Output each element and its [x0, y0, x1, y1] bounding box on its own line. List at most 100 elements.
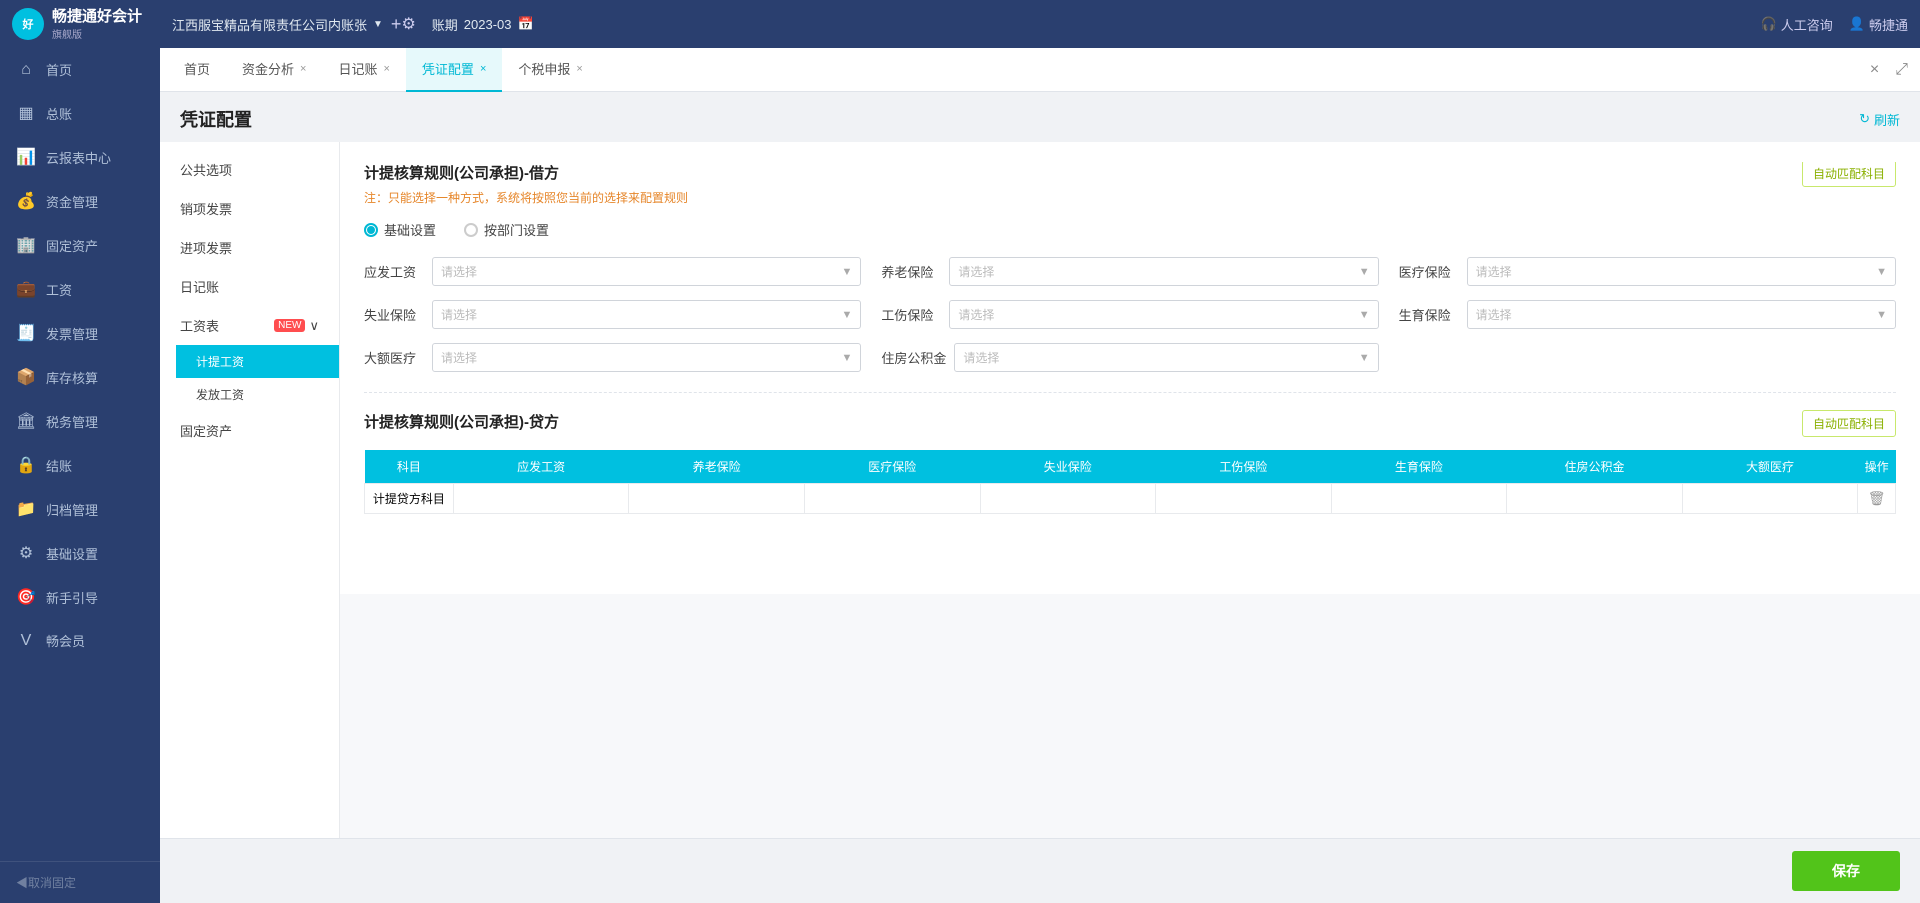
left-nav-salary-table[interactable]: 工资表 NEW ∨	[160, 306, 339, 345]
input-basic-salary[interactable]	[460, 492, 623, 506]
period-label: 账期	[432, 15, 458, 34]
debit-section-note: 注：只能选择一种方式，系统将按照您当前的选择来配置规则	[364, 189, 1896, 206]
tabbar-controls: × ⤢	[1866, 57, 1912, 83]
cell-pension[interactable]	[629, 484, 805, 514]
right-panel: 自动匹配科目 计提核算规则(公司承担)-借方 注：只能选择一种方式，系统将按照您…	[340, 142, 1920, 594]
sidebar-item-home[interactable]: ⌂ 首页	[0, 48, 160, 91]
left-nav-sales[interactable]: 销项发票	[160, 189, 339, 228]
company-arrow-icon: ▼	[373, 19, 383, 30]
input-unemployment[interactable]	[987, 492, 1150, 506]
topbar-actions: 🎧 人工咨询 👤 畅捷通	[1761, 15, 1908, 34]
radio-basic-label: 基础设置	[384, 220, 436, 239]
sidebar-item-guide[interactable]: 🎯 新手引导	[0, 575, 160, 619]
sidebar-item-tax[interactable]: 🏛 税务管理	[0, 399, 160, 443]
select-large-medical-value: 请选择	[441, 349, 477, 366]
field-basic-salary: 应发工资 请选择 ▼	[364, 257, 861, 286]
label-unemployment: 失业保险	[364, 305, 424, 324]
select-unemployment[interactable]: 请选择 ▼	[432, 300, 861, 329]
cell-basic-salary[interactable]	[453, 484, 629, 514]
sidebar-item-close[interactable]: 🔒 结账	[0, 443, 160, 487]
input-pension[interactable]	[635, 492, 798, 506]
add-tab-button[interactable]: +	[391, 14, 402, 35]
sidebar-label-guide: 新手引导	[46, 588, 98, 607]
sidebar-item-reports[interactable]: 📊 云报表中心	[0, 135, 160, 179]
cell-medical[interactable]	[804, 484, 980, 514]
sidebar-label-assets: 固定资产	[46, 236, 98, 255]
reports-icon: 📊	[16, 147, 36, 167]
col-large-medical: 大额医疗	[1682, 450, 1858, 484]
save-button[interactable]: 保存	[1792, 851, 1900, 891]
close-all-button[interactable]: ×	[1866, 57, 1883, 83]
expand-button[interactable]: ⤢	[1891, 57, 1912, 83]
main-layout: ⌂ 首页 ▦ 总账 📊 云报表中心 💰 资金管理 🏢 固定资产 💼 工资 🧾 发…	[0, 48, 1920, 903]
sidebar-label-invoice: 发票管理	[46, 324, 98, 343]
sidebar-item-vip[interactable]: V 畅会员	[0, 619, 160, 662]
input-large-medical[interactable]	[1689, 492, 1852, 506]
left-nav-purchase[interactable]: 进项发票	[160, 228, 339, 267]
period-selector[interactable]: 账期 2023-03 📅	[432, 15, 534, 34]
select-maternity[interactable]: 请选择 ▼	[1467, 300, 1896, 329]
app-name: 畅捷通好会计	[52, 8, 142, 26]
radio-basic[interactable]: 基础设置	[364, 220, 436, 239]
left-nav-calc-salary[interactable]: 计提工资	[176, 345, 339, 378]
credit-section-title: 计提核算规则(公司承担)-贷方	[364, 411, 559, 432]
tab-voucher-close[interactable]: ×	[480, 63, 486, 75]
delete-row-icon[interactable]: 🗑	[1868, 490, 1886, 506]
sidebar-item-settings[interactable]: ⚙ 基础设置	[0, 531, 160, 575]
left-nav-pay-salary[interactable]: 发放工资	[176, 378, 339, 411]
select-housing[interactable]: 请选择 ▼	[954, 343, 1378, 372]
page-header: 凭证配置 ↻ 刷新	[160, 92, 1920, 142]
assets-icon: 🏢	[16, 235, 36, 255]
sidebar-item-archive[interactable]: 📁 归档管理	[0, 487, 160, 531]
cell-maternity[interactable]	[1331, 484, 1507, 514]
tab-journal-close[interactable]: ×	[383, 63, 389, 75]
tab-fund[interactable]: 资金分析 ×	[226, 48, 322, 92]
cell-delete[interactable]: 🗑	[1858, 484, 1896, 514]
cell-large-medical[interactable]	[1682, 484, 1858, 514]
sidebar-item-salary[interactable]: 💼 工资	[0, 267, 160, 311]
radio-dept[interactable]: 按部门设置	[464, 220, 549, 239]
consult-button[interactable]: 🎧 人工咨询	[1761, 15, 1833, 34]
auto-match-debit-button[interactable]: 自动匹配科目	[1802, 162, 1896, 187]
tab-journal[interactable]: 日记账 ×	[322, 48, 405, 92]
left-nav-journal[interactable]: 日记账	[160, 267, 339, 306]
left-nav-sub-salary: 计提工资 发放工资	[160, 345, 339, 411]
label-maternity: 生育保险	[1399, 305, 1459, 324]
auto-match-credit-button[interactable]: 自动匹配科目	[1802, 410, 1896, 437]
sidebar-item-assets[interactable]: 🏢 固定资产	[0, 223, 160, 267]
company-selector[interactable]: 江西服宝精品有限责任公司内账张 ▼	[172, 15, 383, 34]
sidebar-label-inventory: 库存核算	[46, 368, 98, 387]
select-pension[interactable]: 请选择 ▼	[949, 257, 1378, 286]
tab-fund-close[interactable]: ×	[300, 63, 306, 75]
field-unemployment: 失业保险 请选择 ▼	[364, 300, 861, 329]
input-maternity[interactable]	[1338, 492, 1501, 506]
user-button[interactable]: 👤 畅捷通	[1849, 15, 1908, 34]
sidebar-item-ledger[interactable]: ▦ 总账	[0, 91, 160, 135]
sidebar-item-invoice[interactable]: 🧾 发票管理	[0, 311, 160, 355]
cell-unemployment[interactable]	[980, 484, 1156, 514]
cell-injury[interactable]	[1156, 484, 1332, 514]
guide-icon: 🎯	[16, 587, 36, 607]
tab-voucher[interactable]: 凭证配置 ×	[406, 48, 502, 92]
cancel-fixed-button[interactable]: ◀取消固定	[0, 861, 160, 903]
sidebar-item-inventory[interactable]: 📦 库存核算	[0, 355, 160, 399]
cell-housing[interactable]	[1507, 484, 1683, 514]
tab-home[interactable]: 首页	[168, 48, 226, 92]
input-injury[interactable]	[1162, 492, 1325, 506]
left-nav-fixed-assets[interactable]: 固定资产	[160, 411, 339, 450]
sidebar-item-fund[interactable]: 💰 资金管理	[0, 179, 160, 223]
select-basic-salary[interactable]: 请选择 ▼	[432, 257, 861, 286]
select-large-medical[interactable]: 请选择 ▼	[432, 343, 861, 372]
tab-tax-close[interactable]: ×	[576, 63, 582, 75]
left-nav-public[interactable]: 公共选项	[160, 150, 339, 189]
settings-icon[interactable]: ⚙	[401, 14, 415, 34]
select-medical[interactable]: 请选择 ▼	[1467, 257, 1896, 286]
input-housing[interactable]	[1513, 492, 1676, 506]
input-medical[interactable]	[811, 492, 974, 506]
field-medical: 医疗保险 请选择 ▼	[1399, 257, 1896, 286]
select-injury[interactable]: 请选择 ▼	[949, 300, 1378, 329]
refresh-button[interactable]: ↻ 刷新	[1859, 110, 1900, 129]
label-injury: 工伤保险	[881, 305, 941, 324]
tab-tax[interactable]: 个税申报 ×	[502, 48, 598, 92]
ledger-icon: ▦	[16, 103, 36, 123]
